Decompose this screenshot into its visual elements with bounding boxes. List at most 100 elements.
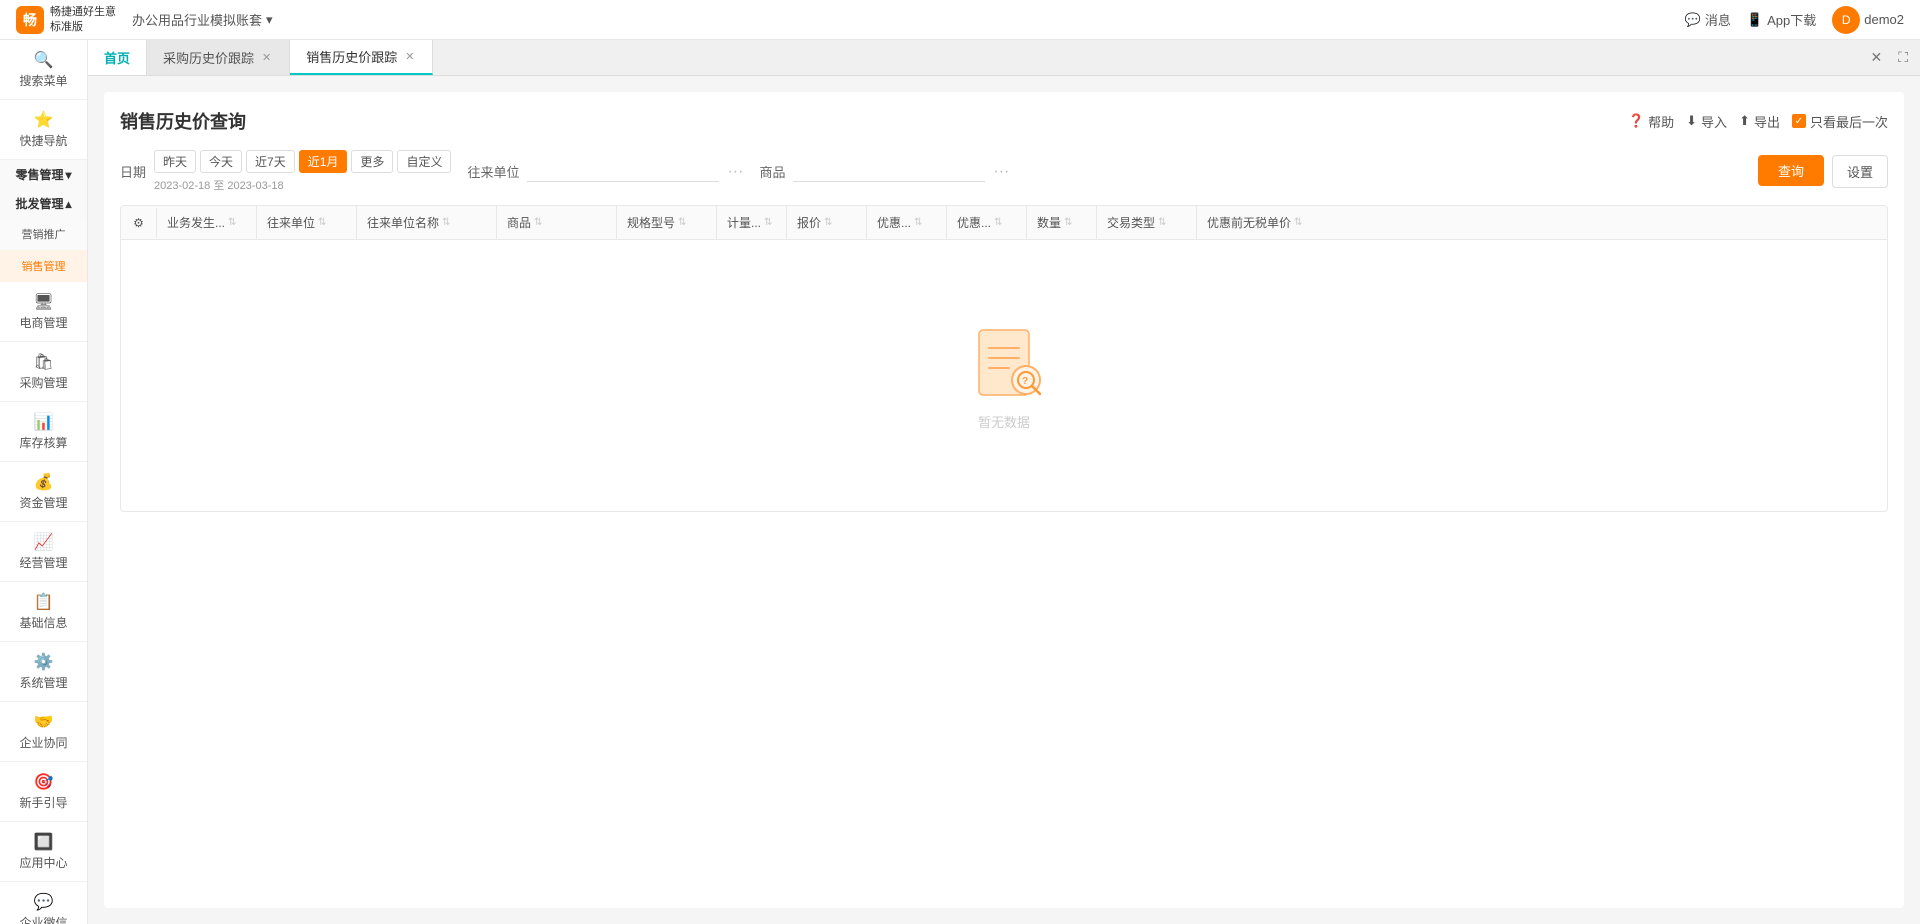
sort-icon: ⇅ xyxy=(228,217,236,228)
empty-illustration: ? xyxy=(964,320,1044,400)
sidebar: 🔍 搜索菜单 ⭐ 快捷导航 零售管理 ▾ 批发管理 ▴ 营销推广 销售管理 🖥 … xyxy=(0,40,88,924)
tab-sales-history-close[interactable]: ✕ xyxy=(403,48,416,65)
tab-maximize-button[interactable]: ⛶ xyxy=(1894,47,1912,68)
table-container: ⚙ 业务发生... ⇅ 往来单位 ⇅ 往来单位名称 ⇅ xyxy=(120,205,1888,512)
export-button[interactable]: ⬆ 导出 xyxy=(1739,112,1780,131)
tab-bar-right: ✕ ⛶ xyxy=(1866,40,1920,75)
th-discount1[interactable]: 优惠... ⇅ xyxy=(867,206,947,239)
sidebar-item-corp-agreement[interactable]: 🤝 企业协同 xyxy=(0,702,87,762)
page-header-actions: ❓ 帮助 ⬇ 导入 ⬆ 导出 ✓ 只看最后一次 xyxy=(1628,112,1888,131)
th-partner-id[interactable]: 往来单位 ⇅ xyxy=(257,206,357,239)
tab-home[interactable]: 首页 xyxy=(88,40,147,75)
sidebar-item-finance[interactable]: 💰 资金管理 xyxy=(0,462,87,522)
sidebar-item-basic-info[interactable]: 📋 基础信息 xyxy=(0,582,87,642)
product-dots-icon[interactable]: ··· xyxy=(993,163,1009,181)
date-range-text: 2023-02-18 至 2023-03-18 xyxy=(154,177,451,193)
tab-purchase-history[interactable]: 采购历史价跟踪 ✕ xyxy=(147,40,290,75)
sort-icon: ⇅ xyxy=(678,217,686,228)
sidebar-item-operations[interactable]: 📈 经营管理 xyxy=(0,522,87,582)
settings-button[interactable]: 设置 xyxy=(1832,155,1888,188)
guide-icon: 🎯 xyxy=(34,772,54,792)
tab-sales-history[interactable]: 销售历史价跟踪 ✕ xyxy=(290,40,433,75)
corp-agreement-icon: 🤝 xyxy=(34,712,54,732)
checkbox-checked-icon: ✓ xyxy=(1792,114,1806,128)
sort-icon: ⇅ xyxy=(1158,217,1166,228)
app-download-button[interactable]: 📱 App下载 xyxy=(1747,10,1816,29)
product-input[interactable] xyxy=(793,162,985,182)
date-btn-today[interactable]: 今天 xyxy=(200,150,242,173)
th-product[interactable]: 商品 ⇅ xyxy=(497,206,617,239)
system-icon: ⚙️ xyxy=(34,652,54,672)
user-menu[interactable]: D demo2 xyxy=(1832,6,1904,34)
sort-icon: ⇅ xyxy=(442,217,450,228)
th-gear[interactable]: ⚙ xyxy=(121,208,157,238)
sidebar-item-purchase[interactable]: 🛍 采购管理 xyxy=(0,342,87,402)
tab-close-all-button[interactable]: ✕ xyxy=(1866,47,1886,68)
table-header: ⚙ 业务发生... ⇅ 往来单位 ⇅ 往来单位名称 ⇅ xyxy=(121,206,1887,240)
partner-dots-icon[interactable]: ··· xyxy=(727,163,743,181)
sort-icon: ⇅ xyxy=(914,217,922,228)
date-label: 日期 xyxy=(120,162,146,181)
page-content: 销售历史价查询 ❓ 帮助 ⬇ 导入 ⬆ 导出 xyxy=(88,76,1920,924)
empty-state: ? 暂无数据 xyxy=(121,240,1887,511)
inventory-icon: 📊 xyxy=(34,412,54,432)
th-unit[interactable]: 计量... ⇅ xyxy=(717,206,787,239)
sort-icon: ⇅ xyxy=(1294,217,1302,228)
main-layout: 🔍 搜索菜单 ⭐ 快捷导航 零售管理 ▾ 批发管理 ▴ 营销推广 销售管理 🖥 … xyxy=(0,40,1920,924)
finance-icon: 💰 xyxy=(34,472,54,492)
date-btn-7days[interactable]: 近7天 xyxy=(246,150,295,173)
top-bar: 畅 畅捷通好生意 标准版 办公用品行业模拟账套 ▾ 💬 消息 📱 App下载 D… xyxy=(0,0,1920,40)
sidebar-item-marketing[interactable]: 营销推广 xyxy=(0,218,87,250)
import-button[interactable]: ⬇ 导入 xyxy=(1686,112,1727,131)
th-pretax[interactable]: 优惠前无税单价 ⇅ xyxy=(1197,206,1887,239)
sidebar-item-inventory[interactable]: 📊 库存核算 xyxy=(0,402,87,462)
top-bar-right: 💬 消息 📱 App下载 D demo2 xyxy=(1685,6,1904,34)
th-trade-type[interactable]: 交易类型 ⇅ xyxy=(1097,206,1197,239)
filter-right: 查询 设置 xyxy=(1758,155,1888,188)
sidebar-item-system[interactable]: ⚙️ 系统管理 xyxy=(0,642,87,702)
empty-text: 暂无数据 xyxy=(978,412,1030,431)
product-filter-group: 商品 ··· xyxy=(759,162,1009,182)
page-header: 销售历史价查询 ❓ 帮助 ⬇ 导入 ⬆ 导出 xyxy=(120,108,1888,134)
th-quote[interactable]: 报价 ⇅ xyxy=(787,206,867,239)
th-business-date[interactable]: 业务发生... ⇅ xyxy=(157,206,257,239)
logo-text: 畅捷通好生意 标准版 xyxy=(50,5,116,34)
import-icon: ⬇ xyxy=(1686,113,1697,129)
date-btn-yesterday[interactable]: 昨天 xyxy=(154,150,196,173)
sidebar-item-retail[interactable]: 零售管理 ▾ xyxy=(0,160,87,189)
date-btn-custom[interactable]: 自定义 xyxy=(397,150,451,173)
sidebar-item-ecommerce[interactable]: 🖥 电商管理 xyxy=(0,282,87,342)
app-selector[interactable]: 办公用品行业模拟账套 ▾ xyxy=(124,6,281,33)
tab-purchase-history-close[interactable]: ✕ xyxy=(260,49,273,66)
help-button[interactable]: ❓ 帮助 xyxy=(1628,112,1674,131)
download-icon: 📱 xyxy=(1747,12,1763,28)
sidebar-item-guide[interactable]: 🎯 新手引导 xyxy=(0,762,87,822)
date-buttons: 昨天 今天 近7天 近1月 更多 自定义 xyxy=(154,150,451,173)
th-spec[interactable]: 规格型号 ⇅ xyxy=(617,206,717,239)
chevron-down-icon: ▾ xyxy=(266,12,273,28)
msg-button[interactable]: 💬 消息 xyxy=(1685,10,1731,29)
operations-icon: 📈 xyxy=(34,532,54,552)
last-only-checkbox[interactable]: ✓ 只看最后一次 xyxy=(1792,112,1888,131)
chevron-up-icon: ▴ xyxy=(65,197,71,211)
date-btn-1month[interactable]: 近1月 xyxy=(299,150,348,173)
sidebar-item-wholesale[interactable]: 批发管理 ▴ xyxy=(0,189,87,218)
page-card: 销售历史价查询 ❓ 帮助 ⬇ 导入 ⬆ 导出 xyxy=(104,92,1904,908)
content-area: 首页 采购历史价跟踪 ✕ 销售历史价跟踪 ✕ ✕ ⛶ 销售历史价查询 xyxy=(88,40,1920,924)
partner-input[interactable] xyxy=(527,162,719,182)
query-button[interactable]: 查询 xyxy=(1758,155,1824,186)
sidebar-item-search[interactable]: 🔍 搜索菜单 xyxy=(0,40,87,100)
sidebar-item-corp-wechat[interactable]: 💬 企业微信 xyxy=(0,882,87,924)
sort-icon: ⇅ xyxy=(318,217,326,228)
date-filter: 昨天 今天 近7天 近1月 更多 自定义 2023-02-18 至 2023-0… xyxy=(154,150,451,193)
th-partner-name[interactable]: 往来单位名称 ⇅ xyxy=(357,206,497,239)
sidebar-item-quick-nav[interactable]: ⭐ 快捷导航 xyxy=(0,100,87,160)
date-btn-more[interactable]: 更多 xyxy=(351,150,393,173)
th-discount2[interactable]: 优惠... ⇅ xyxy=(947,206,1027,239)
top-bar-left: 畅 畅捷通好生意 标准版 办公用品行业模拟账套 ▾ xyxy=(16,5,281,34)
sidebar-item-sales-mgmt[interactable]: 销售管理 xyxy=(0,250,87,282)
th-qty[interactable]: 数量 ⇅ xyxy=(1027,206,1097,239)
partner-filter-group: 往来单位 ··· xyxy=(467,162,743,182)
sidebar-item-app-center[interactable]: 🔲 应用中心 xyxy=(0,822,87,882)
partner-label: 往来单位 xyxy=(467,162,519,181)
